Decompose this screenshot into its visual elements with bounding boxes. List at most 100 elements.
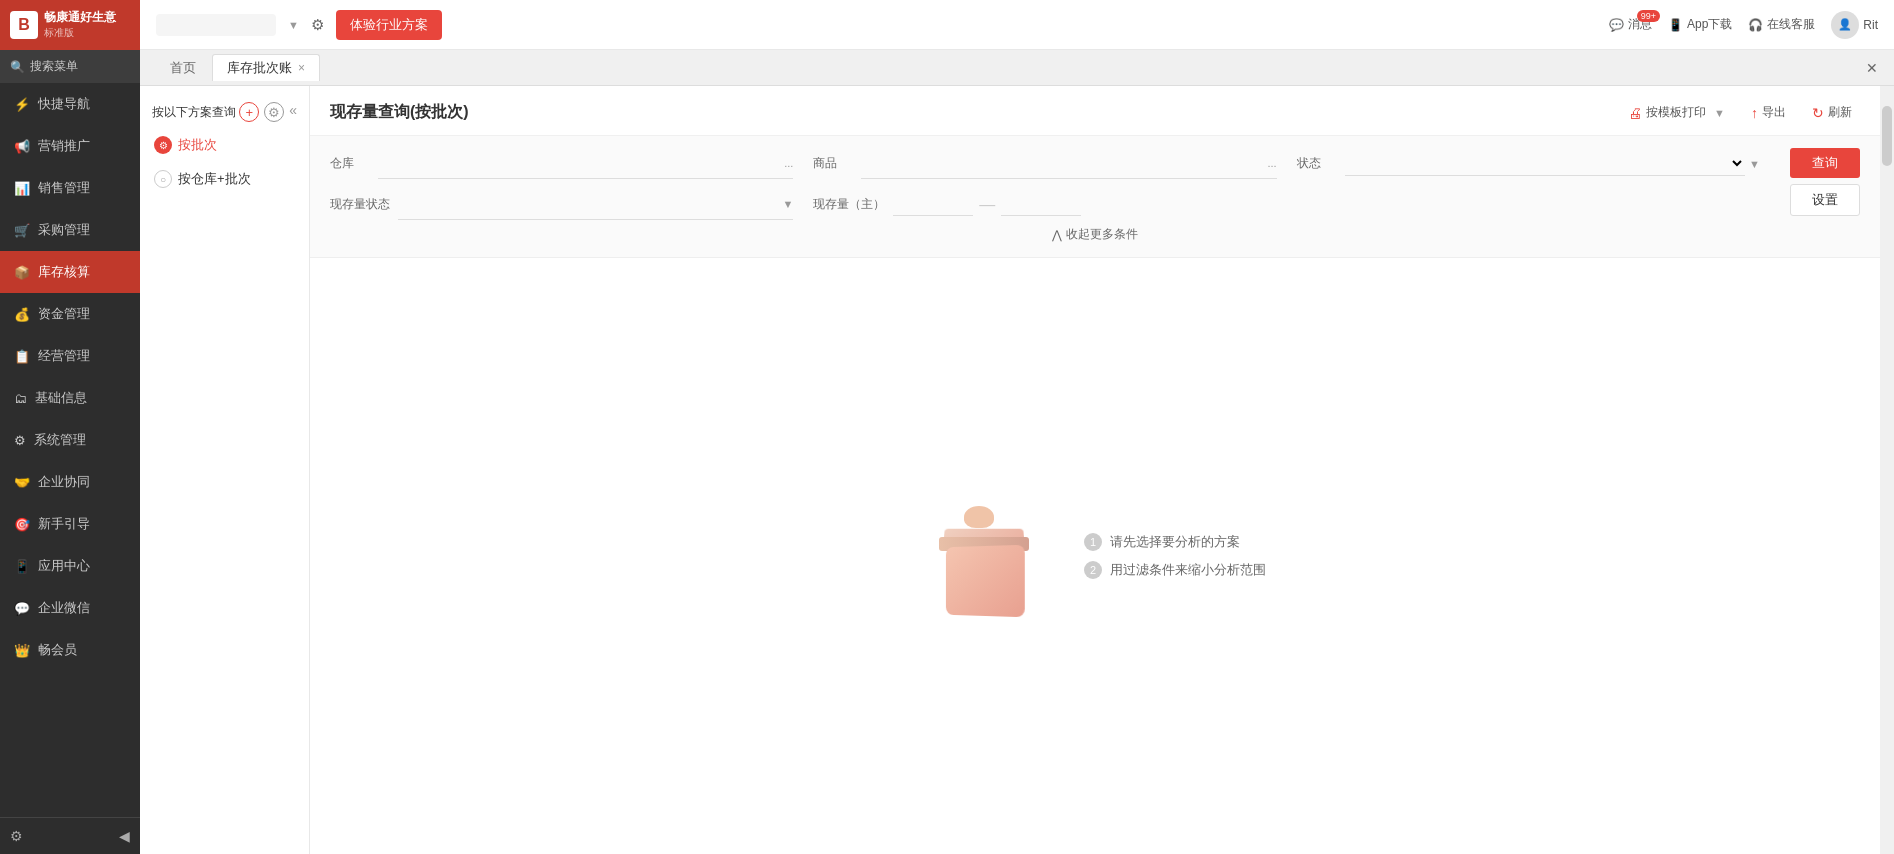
system-icon: ⚙ — [14, 433, 26, 448]
sidebar-item-sales[interactable]: 📊 销售管理 — [0, 167, 140, 209]
app-download-label: App下载 — [1687, 16, 1732, 33]
plan-item-batch[interactable]: ⚙ 按批次 — [140, 128, 309, 162]
sidebar-item-inventory[interactable]: 📦 库存核算 — [0, 251, 140, 293]
left-panel-actions: + ⚙ « — [239, 102, 297, 122]
sidebar-item-app-center[interactable]: 📱 应用中心 — [0, 545, 140, 587]
export-btn[interactable]: ↑ 导出 — [1743, 100, 1794, 125]
empty-face — [964, 506, 994, 528]
left-panel-collapse-btn[interactable]: « — [289, 102, 297, 122]
sidebar-item-purchase[interactable]: 🛒 采购管理 — [0, 209, 140, 251]
warehouse-filter: 仓库 ... — [330, 148, 793, 179]
tab-close-icon[interactable]: × — [298, 61, 305, 75]
sidebar-search-trigger[interactable]: 🔍 搜索菜单 — [0, 50, 140, 83]
headset-icon: 🎧 — [1748, 18, 1763, 32]
user-name: Rit — [1863, 18, 1878, 32]
messages-item[interactable]: 💬 消息 99+ — [1609, 16, 1652, 33]
sidebar-item-label: 应用中心 — [38, 557, 90, 575]
app-center-icon: 📱 — [14, 559, 30, 574]
sidebar-item-label: 快捷导航 — [38, 95, 90, 113]
sidebar-item-label: 畅会员 — [38, 641, 77, 659]
sidebar-item-quick-nav[interactable]: ⚡ 快捷导航 — [0, 83, 140, 125]
filter-settings-button[interactable]: 设置 — [1790, 184, 1860, 216]
sidebar-item-vip[interactable]: 👑 畅会员 — [0, 629, 140, 671]
quick-nav-icon: ⚡ — [14, 97, 30, 112]
right-scrollbar-thumb[interactable] — [1882, 106, 1892, 166]
plan-active-icon: ⚙ — [154, 136, 172, 154]
inv-status-dropdown-icon[interactable]: ▼ — [782, 198, 793, 210]
warehouse-label: 仓库 — [330, 155, 370, 172]
left-panel: 按以下方案查询 + ⚙ « ⚙ 按批次 ○ 按仓库+批次 — [140, 86, 310, 854]
sidebar-item-label: 经营管理 — [38, 347, 90, 365]
company-name: 畅康通好生意 — [44, 10, 116, 26]
sidebar-item-marketing[interactable]: 📢 营销推广 — [0, 125, 140, 167]
topbar-search-box[interactable] — [156, 14, 276, 36]
print-dropdown-icon[interactable]: ▼ — [1714, 107, 1725, 119]
plan-outline-icon: ○ — [154, 170, 172, 188]
print-template-btn[interactable]: 🖨 按模板打印 ▼ — [1620, 100, 1733, 125]
tab-home[interactable]: 首页 — [156, 55, 210, 81]
sidebar-nav: ⚡ 快捷导航 📢 营销推广 📊 销售管理 🛒 采购管理 📦 库存核算 💰 资金管… — [0, 83, 140, 817]
warehouse-more-btn[interactable]: ... — [784, 157, 793, 169]
inventory-status-filter: 现存量状态 ▼ — [330, 189, 793, 220]
warehouse-input-box: ... — [378, 148, 793, 179]
product-more-btn[interactable]: ... — [1267, 157, 1276, 169]
tab-inventory-batch[interactable]: 库存批次账 × — [212, 54, 320, 81]
sidebar-item-label: 新手引导 — [38, 515, 90, 533]
trial-button[interactable]: 体验行业方案 — [336, 10, 442, 40]
search-icon: 🔍 — [10, 60, 25, 74]
step-1-num: 1 — [1084, 533, 1102, 551]
status-dropdown-icon: ▼ — [1749, 158, 1760, 170]
qty-range: — — [893, 193, 1081, 216]
inventory-status-input[interactable] — [398, 193, 778, 215]
status-filter: 状态 全部 ▼ — [1297, 151, 1760, 176]
sidebar-item-business[interactable]: 📋 经营管理 — [0, 335, 140, 377]
print-icon: 🖨 — [1628, 105, 1642, 121]
app-download-icon: 📱 — [1668, 18, 1683, 32]
topbar-chevron-icon[interactable]: ▼ — [288, 19, 299, 31]
topbar-search-input[interactable] — [164, 18, 244, 32]
empty-illustration — [924, 496, 1044, 616]
basic-icon: 🗂 — [14, 391, 27, 406]
sidebar: B 畅康通好生意 标准版 🔍 搜索菜单 ⚡ 快捷导航 📢 营销推广 📊 销售管理… — [0, 0, 140, 854]
refresh-label: 刷新 — [1828, 104, 1852, 121]
sidebar-item-newbie[interactable]: 🎯 新手引导 — [0, 503, 140, 545]
plan-item-warehouse-batch[interactable]: ○ 按仓库+批次 — [140, 162, 309, 196]
sidebar-item-finance[interactable]: 💰 资金管理 — [0, 293, 140, 335]
product-input[interactable] — [861, 152, 1267, 174]
messages-badge: 99+ — [1637, 10, 1660, 22]
sidebar-footer: ⚙ ◀ — [0, 817, 140, 854]
sidebar-item-label: 企业微信 — [38, 599, 90, 617]
collapse-toggle-btn[interactable]: ⋀ 收起更多条件 — [1052, 226, 1138, 243]
qty-min-input[interactable] — [893, 193, 973, 216]
empty-step-1: 1 请先选择要分析的方案 — [1084, 533, 1266, 551]
sidebar-item-basic[interactable]: 🗂 基础信息 — [0, 377, 140, 419]
refresh-icon: ↻ — [1812, 105, 1824, 121]
sidebar-item-wechat[interactable]: 💬 企业微信 — [0, 587, 140, 629]
tabs-bar: 首页 库存批次账 × ✕ — [140, 50, 1894, 86]
user-profile[interactable]: 👤 Rit — [1831, 11, 1878, 39]
sidebar-item-collab[interactable]: 🤝 企业协同 — [0, 461, 140, 503]
warehouse-input[interactable] — [378, 152, 784, 174]
status-label: 状态 — [1297, 155, 1337, 172]
step-1-text: 请先选择要分析的方案 — [1110, 533, 1240, 551]
online-service-item[interactable]: 🎧 在线客服 — [1748, 16, 1815, 33]
query-button[interactable]: 查询 — [1790, 148, 1860, 178]
footer-settings-icon[interactable]: ⚙ — [10, 828, 23, 844]
add-plan-btn[interactable]: + — [239, 102, 259, 122]
empty-text: 1 请先选择要分析的方案 2 用过滤条件来缩小分析范围 — [1084, 533, 1266, 579]
refresh-btn[interactable]: ↻ 刷新 — [1804, 100, 1860, 125]
status-select[interactable]: 全部 — [1345, 151, 1745, 176]
tab-inventory-batch-label: 库存批次账 — [227, 59, 292, 77]
sidebar-item-system[interactable]: ⚙ 系统管理 — [0, 419, 140, 461]
plan-batch-label: 按批次 — [178, 136, 217, 154]
plan-settings-btn[interactable]: ⚙ — [264, 102, 284, 122]
product-input-box: ... — [861, 148, 1276, 179]
user-avatar: 👤 — [1831, 11, 1859, 39]
tabs-panel-close-btn[interactable]: ✕ — [1866, 60, 1878, 76]
marketing-icon: 📢 — [14, 139, 30, 154]
filter-area: 仓库 ... 商品 ... — [310, 136, 1880, 258]
footer-collapse-icon[interactable]: ◀ — [119, 828, 130, 844]
qty-max-input[interactable] — [1001, 193, 1081, 216]
topbar-gear-icon[interactable]: ⚙ — [311, 16, 324, 34]
app-download-item[interactable]: 📱 App下载 — [1668, 16, 1732, 33]
